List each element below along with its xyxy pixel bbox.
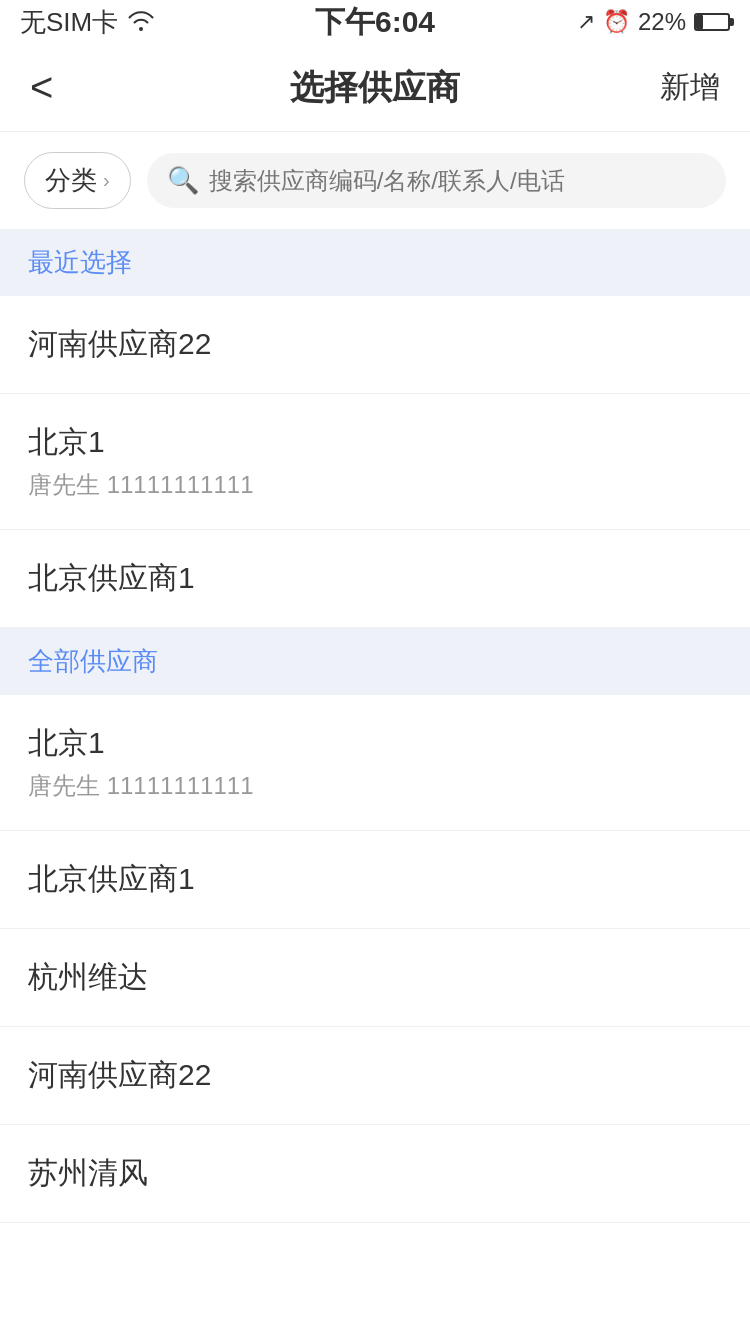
back-button[interactable]: < <box>30 65 90 110</box>
nav-bar: < 选择供应商 新增 <box>0 44 750 132</box>
recent-list-item[interactable]: 河南供应商22 <box>0 296 750 394</box>
all-section-header: 全部供应商 <box>0 628 750 695</box>
search-input[interactable] <box>209 167 706 195</box>
location-icon: ↗ <box>577 9 595 35</box>
recent-list-item[interactable]: 北京1 唐先生 11111111111 <box>0 394 750 530</box>
all-list-item[interactable]: 杭州维达 <box>0 929 750 1027</box>
item-name: 北京供应商1 <box>28 558 722 599</box>
item-name: 河南供应商22 <box>28 1055 722 1096</box>
page-title: 选择供应商 <box>290 65 460 111</box>
search-box: 🔍 <box>147 153 726 208</box>
filter-bar: 分类 › 🔍 <box>0 132 750 229</box>
item-sub: 唐先生 11111111111 <box>28 469 722 501</box>
all-list-item[interactable]: 河南供应商22 <box>0 1027 750 1125</box>
item-sub: 唐先生 11111111111 <box>28 770 722 802</box>
all-list-item[interactable]: 苏州清风 <box>0 1125 750 1223</box>
all-items-list: 北京1 唐先生 11111111111 北京供应商1 杭州维达河南供应商22 苏州清风 <box>0 695 750 1223</box>
all-list-item[interactable]: 北京供应商1 <box>0 831 750 929</box>
recent-items-list: 河南供应商22 北京1 唐先生 11111111111 北京供应商1 <box>0 296 750 628</box>
carrier-text: 无SIM卡 <box>20 5 118 40</box>
chevron-right-icon: › <box>103 169 110 192</box>
recent-section-header: 最近选择 <box>0 229 750 296</box>
recent-list-item[interactable]: 北京供应商1 <box>0 530 750 628</box>
item-name: 河南供应商22 <box>28 324 722 365</box>
item-name: 北京1 <box>28 723 722 764</box>
all-list-item[interactable]: 北京1 唐先生 11111111111 <box>0 695 750 831</box>
search-icon: 🔍 <box>167 165 199 196</box>
recent-section-label: 最近选择 <box>28 247 132 277</box>
all-section-label: 全部供应商 <box>28 646 158 676</box>
item-name: 北京1 <box>28 422 722 463</box>
category-label: 分类 <box>45 163 97 198</box>
wifi-icon <box>126 7 156 38</box>
battery-text: 22% <box>638 8 686 36</box>
status-right: ↗ ⏰ 22% <box>577 8 730 36</box>
category-button[interactable]: 分类 › <box>24 152 131 209</box>
battery-icon <box>694 13 730 31</box>
alarm-icon: ⏰ <box>603 9 630 35</box>
status-bar: 无SIM卡 下午6:04 ↗ ⏰ 22% <box>0 0 750 44</box>
status-left: 无SIM卡 <box>20 5 156 40</box>
item-name: 北京供应商1 <box>28 859 722 900</box>
item-name: 杭州维达 <box>28 957 722 998</box>
item-name: 苏州清风 <box>28 1153 722 1194</box>
add-button[interactable]: 新增 <box>660 67 720 108</box>
status-time: 下午6:04 <box>315 2 435 43</box>
